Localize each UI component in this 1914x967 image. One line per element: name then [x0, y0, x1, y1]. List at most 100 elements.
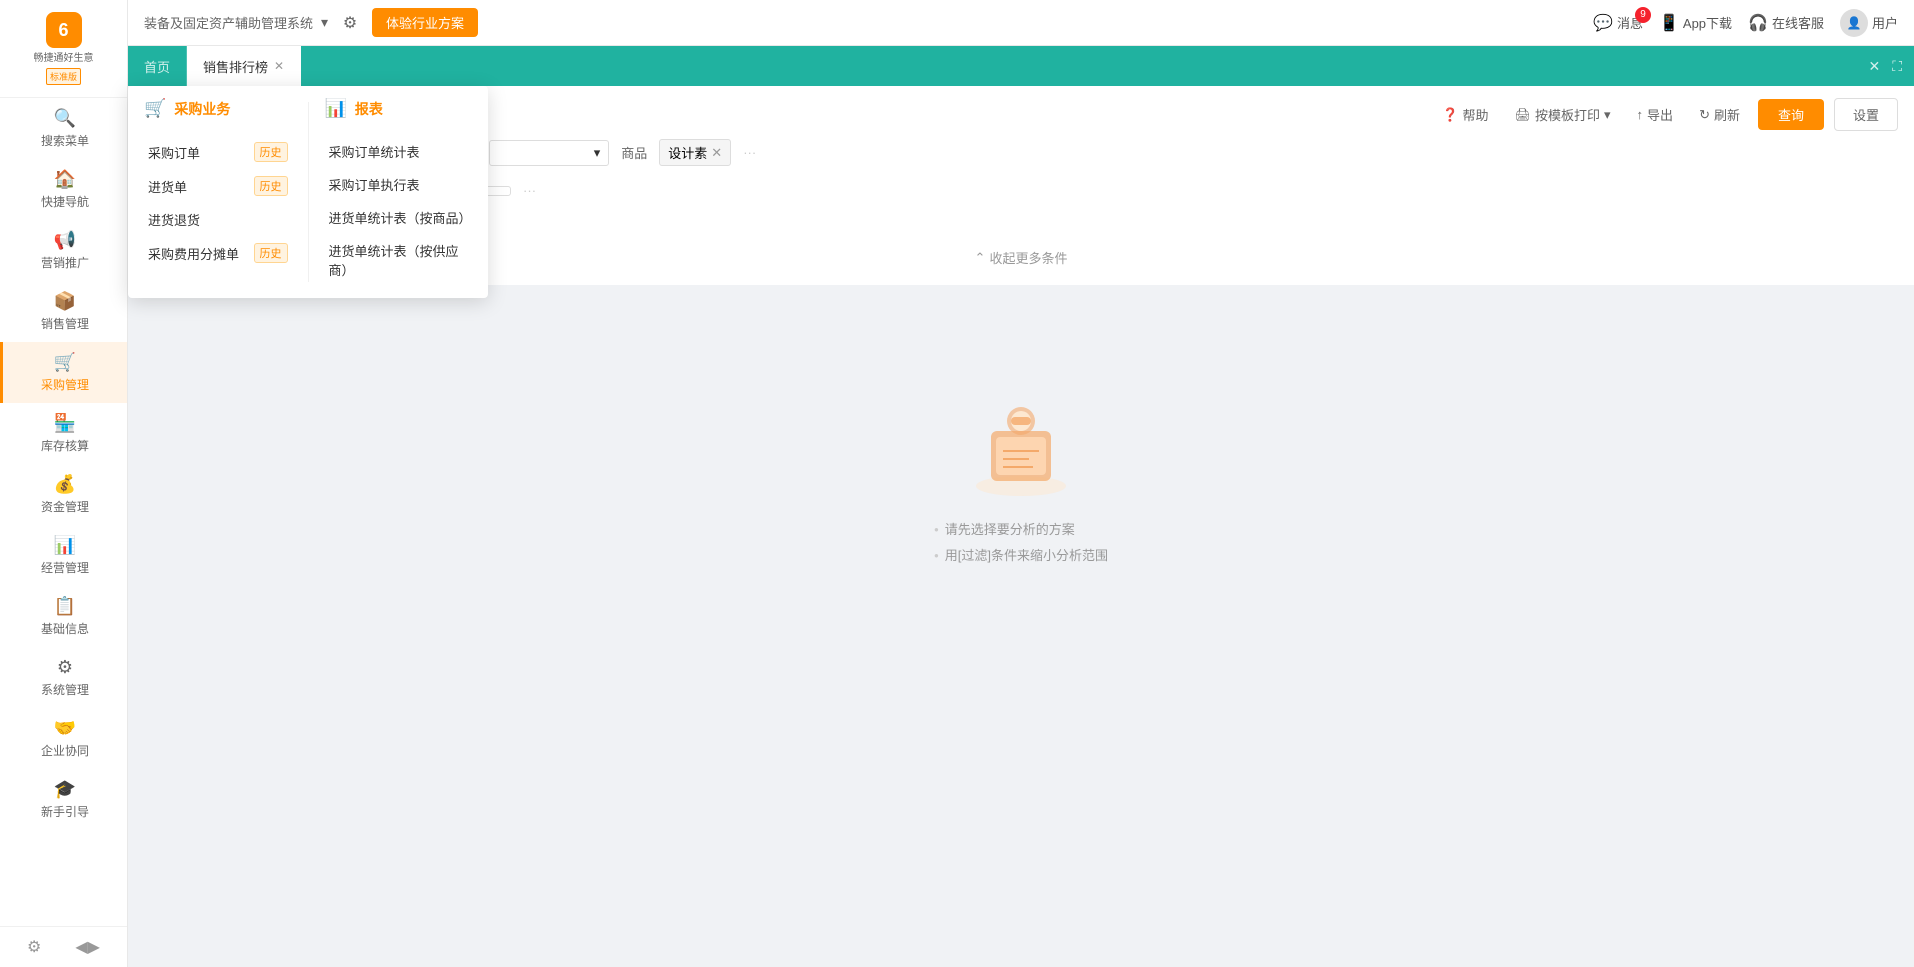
sidebar-item-newbie[interactable]: 🎓 新手引导: [0, 769, 127, 830]
dropdown-columns: 🛒 采购业务 采购订单 历史 进货单 历史 进货退货 采购费用分摊单 历史: [128, 98, 488, 286]
nav-label-operations: 经营管理: [41, 559, 89, 576]
receipt-stats-by-goods-item[interactable]: 进货单统计表（按商品）: [325, 201, 473, 234]
report-col-header: 📊 报表: [325, 98, 473, 125]
notification-badge: 9: [1635, 7, 1651, 23]
empty-hints: 请先选择要分析的方案 用[过滤]条件来缩小分析范围: [934, 517, 1108, 569]
topbar-settings-icon[interactable]: ⚙: [336, 9, 364, 37]
sidebar-item-purchase[interactable]: 🛒 采购管理: [0, 342, 127, 403]
sidebar-logo: 6 畅捷通好生意 标准版: [0, 0, 127, 98]
history-badge-0: 历史: [254, 142, 288, 162]
system-title: 装备及固定资产辅助管理系统: [144, 13, 313, 32]
online-service-btn[interactable]: 🎧 在线客服: [1748, 13, 1824, 33]
sidebar-item-inventory[interactable]: 🏪 库存核算: [0, 403, 127, 464]
sidebar-item-enterprise[interactable]: 🤝 企业协同: [0, 708, 127, 769]
empty-hint-2: 用[过滤]条件来缩小分析范围: [934, 543, 1108, 569]
settings-bottom-icon[interactable]: ⚙: [27, 937, 41, 957]
message-icon: 💬: [1593, 13, 1613, 33]
export-icon: ↑: [1637, 107, 1644, 122]
topbar-right: 💬 消息 9 📱 App下载 🎧 在线客服 👤 用户: [1593, 9, 1898, 37]
help-icon: ❓: [1442, 107, 1458, 123]
nav-label-inventory: 库存核算: [41, 437, 89, 454]
goods-tag-close[interactable]: ✕: [711, 145, 722, 161]
sidebar-item-search-menu[interactable]: 🔍 搜索菜单: [0, 98, 127, 159]
nav-label-quick-nav: 快捷导航: [41, 193, 89, 210]
tab-close-sales-ranking[interactable]: ✕: [274, 59, 284, 73]
receipt-stats-by-supplier-item[interactable]: 进货单统计表（按供应商）: [325, 234, 473, 286]
purchase-order-item[interactable]: 采购订单 历史: [144, 135, 292, 169]
nav-icon-sales: 📦: [54, 291, 76, 312]
print-dropdown-icon[interactable]: ▾: [1604, 107, 1611, 123]
nav-label-marketing: 营销推广: [41, 254, 89, 271]
purchase-order-stats-item[interactable]: 采购订单统计表: [325, 135, 473, 168]
print-icon: 🖨: [1514, 107, 1531, 123]
sidebar-item-operations[interactable]: 📊 经营管理: [0, 525, 127, 586]
user-avatar: 👤: [1840, 9, 1868, 37]
tab-home[interactable]: 首页: [128, 46, 187, 86]
sidebar-item-basic-info[interactable]: 📋 基础信息: [0, 586, 127, 647]
query-button[interactable]: 查询: [1758, 99, 1824, 130]
nav-icon-purchase: 🛒: [54, 352, 76, 373]
logo-text: 畅捷通好生意: [34, 52, 94, 66]
history-badge-3: 历史: [254, 243, 288, 263]
report-col-icon: 📊: [325, 98, 347, 119]
logo-badge: 标准版: [46, 68, 81, 85]
tabbar: 首页 销售排行榜 ✕ ✕ ⛶: [128, 46, 1914, 86]
nav-icon-newbie: 🎓: [54, 779, 76, 800]
collapse-sidebar-icon[interactable]: ◀▶: [75, 937, 100, 957]
settings-button[interactable]: 设置: [1834, 98, 1898, 131]
dropdown-arrow-icon[interactable]: ▾: [321, 14, 328, 31]
help-btn[interactable]: ❓ 帮助: [1434, 101, 1496, 128]
nav-icon-marketing: 📢: [54, 230, 76, 251]
nav-label-finance: 资金管理: [41, 498, 89, 515]
nav-icon-quick-nav: 🏠: [54, 169, 76, 190]
print-btn[interactable]: 🖨 按模板打印 ▾: [1506, 101, 1618, 128]
doc-status-select[interactable]: ▾: [489, 140, 609, 166]
tab-sales-ranking[interactable]: 销售排行榜 ✕: [187, 46, 301, 86]
sidebar-item-finance[interactable]: 💰 资金管理: [0, 464, 127, 525]
nav-label-newbie: 新手引导: [41, 803, 89, 820]
purchase-col: 🛒 采购业务 采购订单 历史 进货单 历史 进货退货 采购费用分摊单 历史: [128, 98, 308, 286]
topbar: 装备及固定资产辅助管理系统 ▾ ⚙ 体验行业方案 💬 消息 9 📱 App下载 …: [128, 0, 1914, 46]
select-arrow-icon: ▾: [594, 145, 601, 161]
tab-maximize-icon[interactable]: ⛶: [1888, 54, 1906, 79]
nav-icon-operations: 📊: [54, 535, 76, 556]
tab-controls: ✕ ⛶: [1856, 46, 1914, 86]
empty-state: 请先选择要分析的方案 用[过滤]条件来缩小分析范围: [128, 285, 1914, 685]
sidebar-item-marketing[interactable]: 📢 营销推广: [0, 220, 127, 281]
sidebar-item-system[interactable]: ⚙ 系统管理: [0, 647, 127, 708]
message-btn[interactable]: 💬 消息 9: [1593, 13, 1643, 33]
purchase-order-exec-item[interactable]: 采购订单执行表: [325, 168, 473, 201]
nav-label-basic-info: 基础信息: [41, 620, 89, 637]
nav-label-enterprise: 企业协同: [41, 742, 89, 759]
nav-icon-system: ⚙: [57, 657, 73, 678]
salesperson-dots[interactable]: ···: [523, 183, 536, 198]
empty-hint-1: 请先选择要分析的方案: [934, 517, 1108, 543]
empty-illustration: [961, 401, 1081, 501]
refresh-icon: ↻: [1699, 107, 1710, 123]
sidebar-item-quick-nav[interactable]: 🏠 快捷导航: [0, 159, 127, 220]
tab-close-all-icon[interactable]: ✕: [1864, 54, 1884, 79]
nav-label-sales: 销售管理: [41, 315, 89, 332]
headset-icon: 🎧: [1748, 13, 1768, 33]
user-btn[interactable]: 👤 用户: [1840, 9, 1898, 37]
sidebar: 6 畅捷通好生意 标准版 🔍 搜索菜单 🏠 快捷导航 📢 营销推广 📦 销售管理…: [0, 0, 128, 967]
return-goods-item[interactable]: 进货退货: [144, 203, 292, 236]
export-btn[interactable]: ↑ 导出: [1629, 101, 1682, 128]
nav-icon-finance: 💰: [54, 474, 76, 495]
receipt-item[interactable]: 进货单 历史: [144, 169, 292, 203]
sidebar-nav: 🔍 搜索菜单 🏠 快捷导航 📢 营销推广 📦 销售管理 🛒 采购管理 🏪 库存核…: [0, 98, 127, 926]
purchase-col-icon: 🛒: [144, 98, 166, 119]
nav-icon-inventory: 🏪: [54, 413, 76, 434]
sidebar-item-sales[interactable]: 📦 销售管理: [0, 281, 127, 342]
nav-icon-enterprise: 🤝: [54, 718, 76, 739]
nav-label-purchase: 采购管理: [41, 376, 89, 393]
logo-icon: 6: [46, 12, 82, 48]
collapse-arrow-icon: ⌃: [975, 250, 986, 266]
report-col: 📊 报表 采购订单统计表 采购订单执行表 进货单统计表（按商品） 进货单统计表（…: [309, 98, 489, 286]
industry-btn[interactable]: 体验行业方案: [372, 8, 478, 37]
nav-label-search-menu: 搜索菜单: [41, 132, 89, 149]
cost-alloc-item[interactable]: 采购费用分摊单 历史: [144, 236, 292, 270]
app-download-btn[interactable]: 📱 App下载: [1659, 13, 1732, 33]
goods-more-dots[interactable]: ···: [743, 145, 756, 160]
refresh-btn[interactable]: ↻ 刷新: [1691, 101, 1748, 128]
